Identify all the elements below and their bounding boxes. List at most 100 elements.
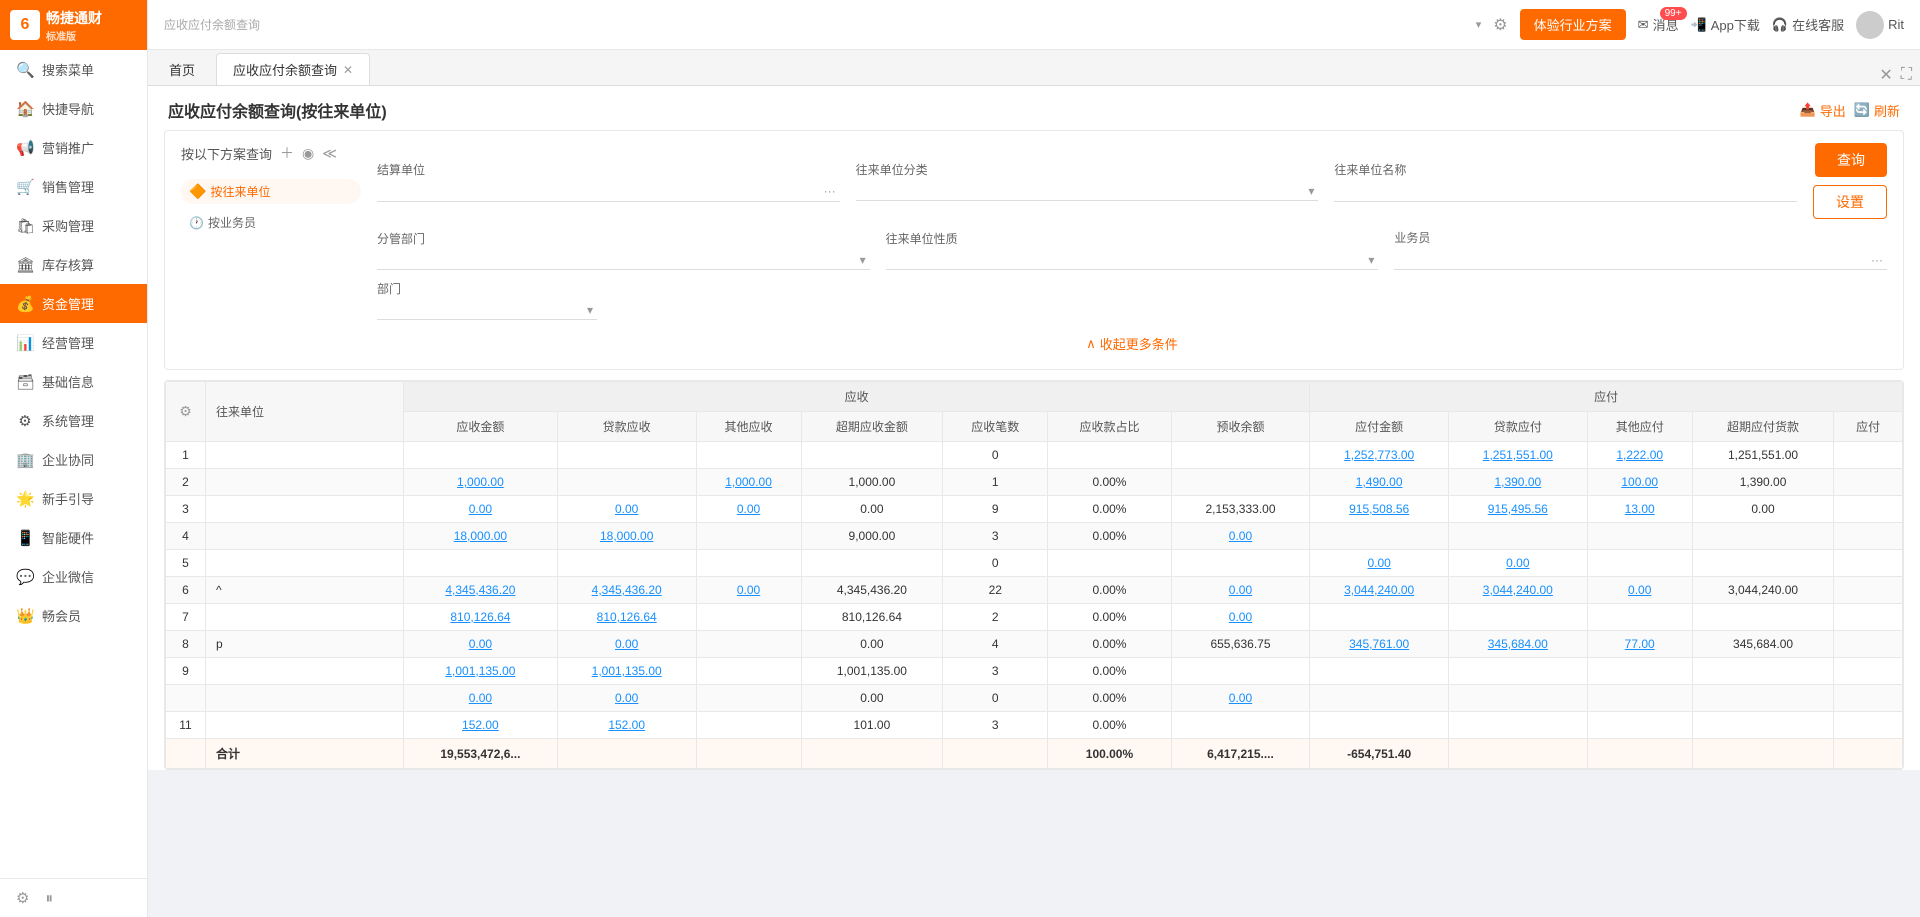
ar-other: [696, 550, 801, 577]
sidebar-item-sales[interactable]: 🛒 销售管理: [0, 167, 147, 206]
partner-nature-arrow-icon[interactable]: ▾: [1368, 253, 1374, 267]
ap-more: [1834, 442, 1903, 469]
message-button[interactable]: ✉ 消息 99+: [1638, 15, 1679, 34]
trial-button[interactable]: 体验行业方案: [1520, 9, 1626, 40]
partner-category-arrow-icon[interactable]: ▾: [1308, 184, 1314, 198]
ar-ratio: 0.00%: [1048, 658, 1171, 685]
sidebar-item-guide[interactable]: 🌟 新手引导: [0, 479, 147, 518]
inventory-icon: 🏛: [16, 256, 34, 274]
tab-close-window-icon[interactable]: ✕: [1879, 65, 1892, 85]
online-service-button[interactable]: 🎧 在线客服: [1772, 15, 1844, 34]
sidebar-item-inventory[interactable]: 🏛 库存核算: [0, 245, 147, 284]
sidebar-item-shortcut[interactable]: 🏠 快捷导航: [0, 89, 147, 128]
query-option-salesman[interactable]: 🕐 按业务员: [181, 210, 361, 235]
sidebar-item-member[interactable]: 👑 畅会员: [0, 596, 147, 635]
salesman-dots-icon[interactable]: ···: [1871, 253, 1883, 267]
ar-loan: 1,001,135.00: [557, 658, 696, 685]
sidebar-item-finance[interactable]: 💰 资金管理: [0, 284, 147, 323]
tab-close-icon[interactable]: ✕: [343, 63, 353, 77]
ar-prepaid: 2,153,333.00: [1171, 496, 1310, 523]
ar-count: 22: [943, 577, 1048, 604]
sidebar-item-system[interactable]: ⚙ 系统管理: [0, 401, 147, 440]
sidebar-item-corp[interactable]: 🏢 企业协同: [0, 440, 147, 479]
settlement-unit-dots-icon[interactable]: ···: [824, 184, 836, 198]
ar-prepaid: 0.00: [1171, 577, 1310, 604]
tab-arbalance[interactable]: 应收应付余额查询 ✕: [216, 53, 370, 85]
export-button[interactable]: 📤 导出: [1800, 101, 1846, 120]
back-icon[interactable]: ≪: [322, 145, 337, 162]
partner-category-select[interactable]: ▾: [856, 182, 1319, 201]
partner-nature-select[interactable]: ▾: [886, 251, 1379, 270]
table-settings-icon[interactable]: ⚙: [179, 403, 192, 419]
ar-amount: 152.00: [403, 712, 557, 739]
ar-amount: 1,000.00: [403, 469, 557, 496]
system-icon: ⚙: [16, 412, 34, 430]
managing-dept-arrow-icon[interactable]: ▾: [860, 253, 866, 267]
sidebar-item-base[interactable]: 🗃 基础信息: [0, 362, 147, 401]
partner-name: [206, 712, 404, 739]
add-scheme-icon[interactable]: ＋: [280, 143, 294, 163]
settings-icon[interactable]: ⚙: [16, 889, 29, 907]
ap-overdue: [1692, 685, 1834, 712]
dept-select[interactable]: ▾: [377, 301, 597, 320]
ar-ratio: 0.00%: [1048, 469, 1171, 496]
sidebar-item-label: 基础信息: [42, 372, 94, 391]
ar-prepaid: 0.00: [1171, 523, 1310, 550]
query-option-partner[interactable]: 🔶 按往来单位: [181, 179, 361, 204]
sidebar-item-wechat[interactable]: 💬 企业微信: [0, 557, 147, 596]
sidebar-item-label: 库存核算: [42, 255, 94, 274]
managing-dept-select[interactable]: ▾: [377, 251, 870, 270]
settlement-unit-input-field[interactable]: [381, 184, 824, 199]
sidebar-item-purchase[interactable]: 🛍 采购管理: [0, 206, 147, 245]
tab-expand-icon[interactable]: ⛶: [1901, 66, 1912, 84]
collapse-icon: ∧: [1086, 336, 1096, 352]
ar-prepaid: [1171, 658, 1310, 685]
search-label-bar: 按以下方案查询 ＋ ◉ ≪: [181, 143, 361, 163]
ar-amount: 0.00: [403, 685, 557, 712]
partner-name: [206, 496, 404, 523]
ar-loan: [557, 469, 696, 496]
salesman-input-field[interactable]: [1398, 252, 1871, 267]
app-icon: 📲: [1691, 17, 1707, 33]
partner-name: [206, 550, 404, 577]
purchase-icon: 🛍: [16, 217, 34, 235]
dropdown-arrow-icon[interactable]: ▾: [1476, 18, 1482, 31]
sidebar-item-ops[interactable]: 📊 经营管理: [0, 323, 147, 362]
salesman-input[interactable]: ···: [1394, 250, 1887, 270]
refresh-button[interactable]: 🔄 刷新: [1854, 101, 1900, 120]
query-button[interactable]: 查询: [1815, 143, 1887, 177]
sidebar-item-marketing[interactable]: 📢 营销推广: [0, 128, 147, 167]
sidebar-item-hardware[interactable]: 📱 智能硬件: [0, 518, 147, 557]
ap-amount: 0.00: [1310, 550, 1449, 577]
tab-home[interactable]: 首页: [152, 53, 212, 85]
edit-scheme-icon[interactable]: ◉: [302, 145, 314, 162]
ap-amount: 1,252,773.00: [1310, 442, 1449, 469]
app-download-label: App下载: [1711, 15, 1760, 34]
app-download-button[interactable]: 📲 App下载: [1691, 15, 1760, 34]
ar-overdue: 0.00: [801, 631, 943, 658]
ar-overdue: 4,345,436.20: [801, 577, 943, 604]
collapse-button[interactable]: ∧ 收起更多条件: [1086, 330, 1178, 357]
settings-button[interactable]: 设置: [1813, 185, 1887, 219]
user-area[interactable]: Rit: [1856, 11, 1904, 39]
settlement-unit-input[interactable]: ···: [377, 182, 840, 202]
ar-other: [696, 631, 801, 658]
dept-arrow-icon[interactable]: ▾: [587, 303, 593, 317]
table-settings-header: ⚙: [166, 382, 206, 442]
export-label: 导出: [1820, 101, 1846, 120]
expand-icon[interactable]: ⏸: [45, 890, 53, 907]
ar-ratio-header: 应收款占比: [1048, 412, 1171, 442]
total-label: 合计: [206, 739, 404, 769]
ar-amount-header: 应收金额: [403, 412, 557, 442]
sidebar-item-search[interactable]: 🔍 搜索菜单: [0, 50, 147, 89]
total-ar-other: [696, 739, 801, 769]
ap-more: [1834, 685, 1903, 712]
partner-name: [206, 442, 404, 469]
ar-prepaid: 0.00: [1171, 685, 1310, 712]
ap-other-header: 其他应付: [1587, 412, 1692, 442]
ar-other: [696, 712, 801, 739]
partner-name-input[interactable]: [1334, 182, 1797, 202]
ar-prepaid-header: 预收余额: [1171, 412, 1310, 442]
gear-icon[interactable]: ⚙: [1493, 15, 1507, 35]
partner-name-input-field[interactable]: [1338, 184, 1793, 199]
